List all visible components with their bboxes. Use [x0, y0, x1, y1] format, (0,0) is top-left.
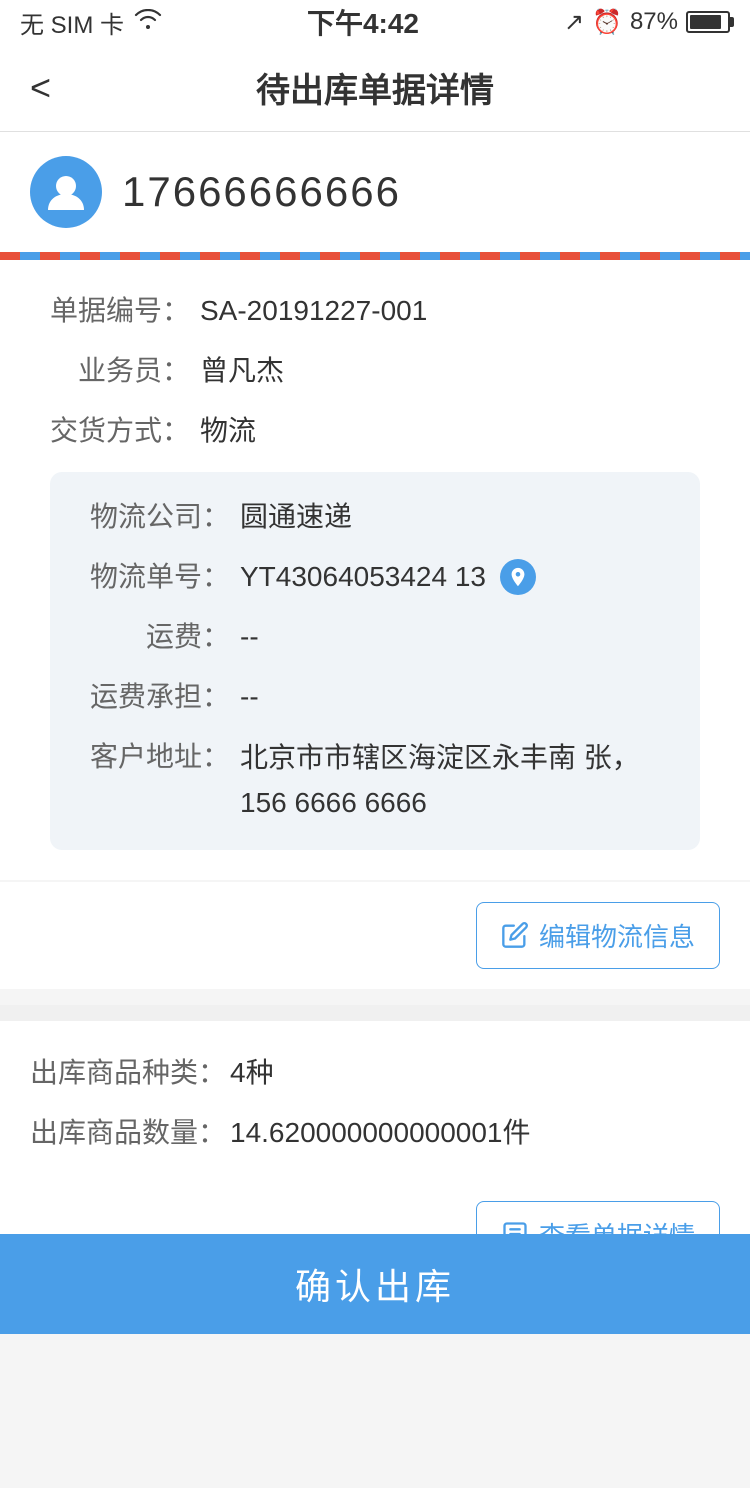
dashed-divider [0, 252, 750, 260]
logistics-company-value: 圆通速递 [240, 496, 680, 538]
logistics-tracking-row: 物流单号： YT43064053424 13 [70, 556, 680, 598]
edit-logistics-label: 编辑物流信息 [539, 917, 695, 954]
order-no-label: 单据编号： [30, 290, 190, 332]
goods-quantity-label: 出库商品数量： [30, 1111, 230, 1151]
logistics-tracking-label: 物流单号： [70, 556, 230, 598]
status-bar: 无 SIM 卡 下午4:42 ↗ ⏰ 87% [0, 0, 750, 44]
freight-bear-value: -- [240, 676, 680, 718]
nav-bar: < 待出库单据详情 [0, 44, 750, 132]
track-location-button[interactable] [500, 559, 536, 595]
delivery-method-value: 物流 [200, 410, 720, 452]
logistics-tracking-container: YT43064053424 13 [230, 556, 536, 598]
edit-icon [501, 921, 529, 949]
delivery-method-row: 交货方式： 物流 [30, 410, 720, 452]
battery-fill [690, 15, 721, 29]
status-bar-time: 下午4:42 [307, 2, 419, 42]
goods-quantity-value: 14.620000000000001件 [230, 1111, 531, 1151]
goods-types-value: 4种 [230, 1051, 274, 1091]
confirm-button[interactable]: 确认出库 [0, 1234, 750, 1334]
freight-bear-row: 运费承担： -- [70, 676, 680, 718]
alarm-icon: ⏰ [592, 8, 622, 37]
freight-row: 运费： -- [70, 616, 680, 658]
delivery-method-label: 交货方式： [30, 410, 190, 452]
order-no-row: 单据编号： SA-20191227-001 [30, 290, 720, 332]
status-bar-left: 无 SIM 卡 [20, 5, 162, 40]
goods-section: 出库商品种类： 4种 出库商品数量： 14.620000000000001件 [0, 1021, 750, 1181]
map-pin-icon [507, 566, 529, 588]
sales-person-label: 业务员： [30, 350, 190, 392]
battery-icon [686, 11, 730, 33]
address-label: 客户地址： [70, 736, 230, 778]
order-no-value: SA-20191227-001 [200, 290, 720, 332]
goods-quantity-row: 出库商品数量： 14.620000000000001件 [30, 1111, 720, 1151]
goods-types-row: 出库商品种类： 4种 [30, 1051, 720, 1091]
sales-person-row: 业务员： 曾凡杰 [30, 350, 720, 392]
user-icon [44, 170, 88, 214]
confirm-btn-label: 确认出库 [295, 1258, 455, 1310]
user-header: 17666666666 [0, 132, 750, 252]
avatar [30, 156, 102, 228]
carrier-label: 无 SIM 卡 [20, 5, 124, 40]
address-value: 北京市市辖区海淀区永丰南 张，156 6666 6666 [240, 736, 680, 826]
edit-logistics-button[interactable]: 编辑物流信息 [476, 902, 720, 969]
back-button[interactable]: < [30, 67, 51, 109]
logistics-tracking-value: YT43064053424 13 [240, 556, 486, 598]
location-status-icon: ↗ [564, 8, 584, 37]
logistics-company-row: 物流公司： 圆通速递 [70, 496, 680, 538]
freight-label: 运费： [70, 616, 230, 658]
address-row: 客户地址： 北京市市辖区海淀区永丰南 张，156 6666 6666 [70, 736, 680, 826]
logistics-company-label: 物流公司： [70, 496, 230, 538]
freight-value: -- [240, 616, 680, 658]
battery-percent: 87% [630, 8, 678, 36]
basic-info-section: 单据编号： SA-20191227-001 业务员： 曾凡杰 交货方式： 物流 … [0, 260, 750, 880]
goods-types-label: 出库商品种类： [30, 1051, 230, 1091]
freight-bear-label: 运费承担： [70, 676, 230, 718]
wifi-icon [134, 8, 162, 36]
logistics-card: 物流公司： 圆通速递 物流单号： YT43064053424 13 运费： --… [50, 472, 700, 850]
edit-btn-container: 编辑物流信息 [0, 882, 750, 989]
status-bar-right: ↗ ⏰ 87% [564, 8, 730, 37]
section-separator [0, 1005, 750, 1021]
user-phone: 17666666666 [122, 168, 401, 216]
page-title: 待出库单据详情 [256, 63, 494, 112]
sales-person-value: 曾凡杰 [200, 350, 720, 392]
